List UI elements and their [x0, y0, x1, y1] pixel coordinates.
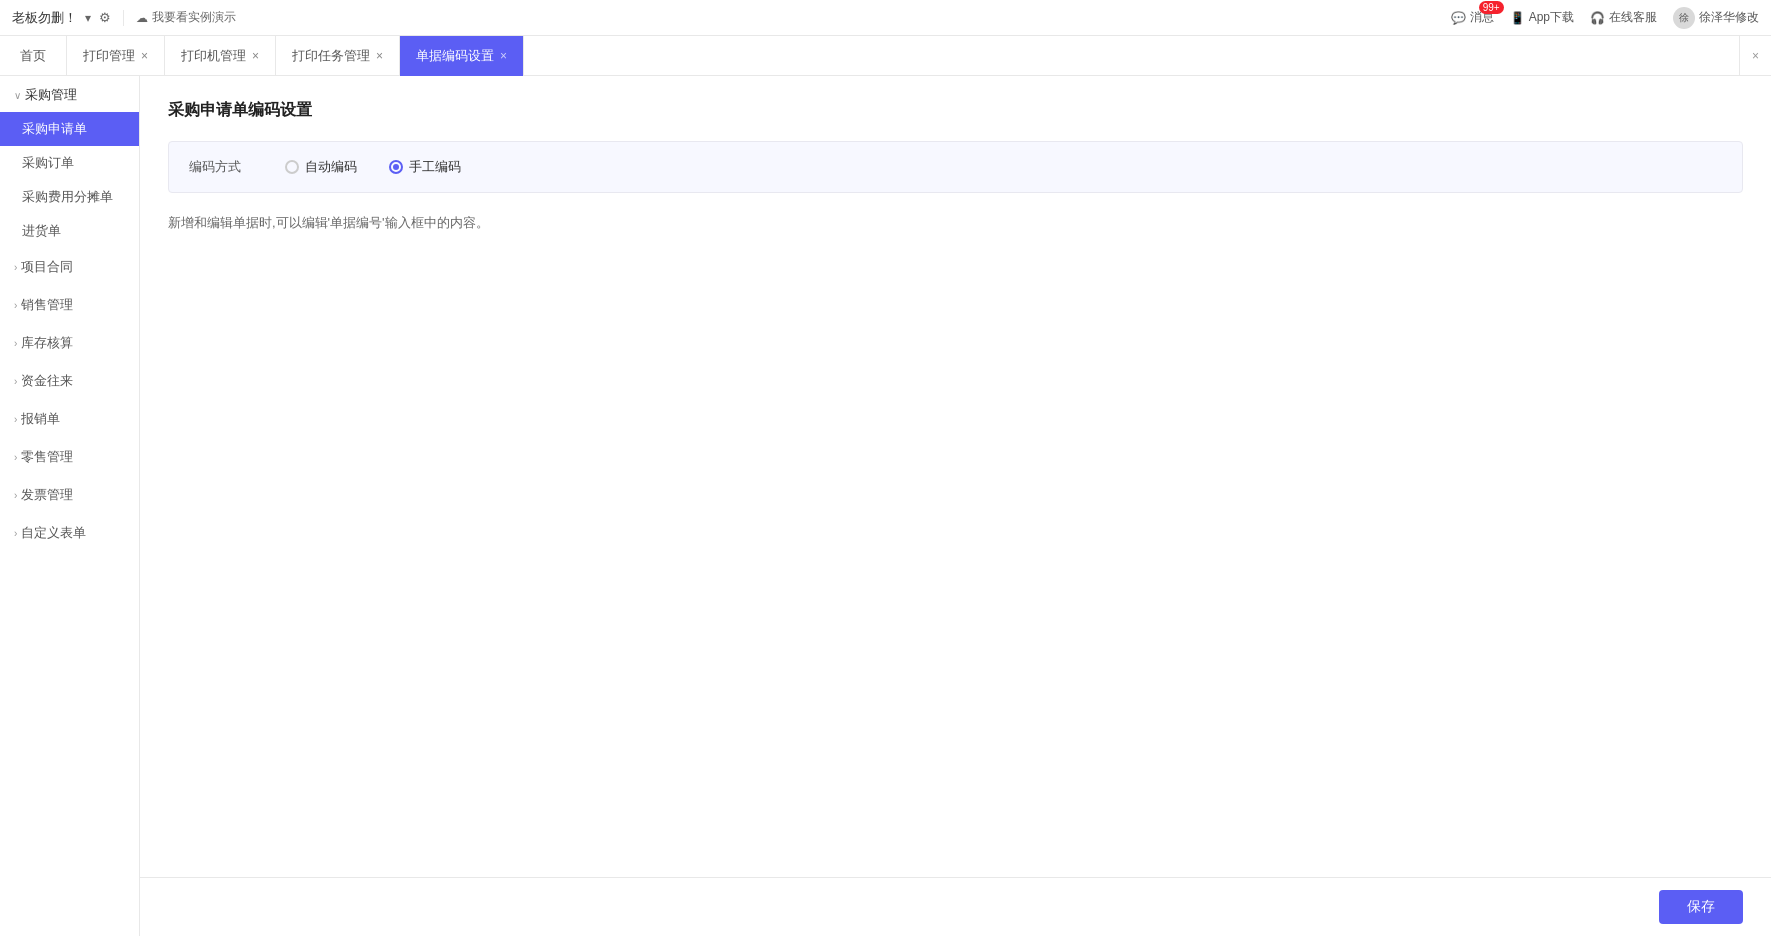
demo-link[interactable]: ☁ 我要看实例演示: [136, 9, 236, 26]
content-footer: 保存: [140, 877, 1771, 936]
custom-form-label: 自定义表单: [21, 524, 86, 542]
custom-form-arrow: ›: [14, 528, 17, 539]
sales-arrow: ›: [14, 300, 17, 311]
inventory-label: 库存核算: [21, 334, 73, 352]
sidebar-item-purchase-receipt-label: 进货单: [22, 223, 61, 238]
avatar: 徐: [1673, 7, 1695, 29]
invoice-arrow: ›: [14, 490, 17, 501]
sidebar-item-purchase-receipt[interactable]: 进货单: [0, 214, 139, 248]
close-all-icon: ×: [1752, 49, 1759, 63]
radio-auto-label: 自动编码: [305, 158, 357, 176]
app-icon: 📱: [1510, 11, 1525, 25]
sidebar-group-purchase-header[interactable]: ∨ 采购管理: [0, 76, 139, 112]
sidebar-group-inventory[interactable]: › 库存核算: [0, 324, 139, 362]
sidebar-item-purchase-expense[interactable]: 采购费用分摊单: [0, 180, 139, 214]
sales-label: 销售管理: [21, 296, 73, 314]
tab-printer-management[interactable]: 打印机管理 ×: [165, 36, 276, 76]
user-menu[interactable]: 徐 徐泽华修改: [1673, 7, 1759, 29]
sidebar-group-project-contract[interactable]: › 项目合同: [0, 248, 139, 286]
sidebar-item-purchase-request[interactable]: 采购申请单: [0, 112, 139, 146]
app-label: App下载: [1529, 9, 1574, 26]
radio-manual-circle: [389, 160, 403, 174]
coding-section: 编码方式 自动编码 手工编码: [168, 141, 1743, 193]
sidebar-group-sales[interactable]: › 销售管理: [0, 286, 139, 324]
radio-auto-coding[interactable]: 自动编码: [285, 158, 357, 176]
coding-row: 编码方式 自动编码 手工编码: [189, 158, 1722, 176]
online-support-action[interactable]: 🎧 在线客服: [1590, 9, 1657, 26]
tab-print-task-label: 打印任务管理: [292, 47, 370, 65]
sidebar-item-purchase-order-label: 采购订单: [22, 155, 74, 170]
support-label: 在线客服: [1609, 9, 1657, 26]
radio-manual-coding[interactable]: 手工编码: [389, 158, 461, 176]
content-body: 采购申请单编码设置 编码方式 自动编码 手工编码 新增和编辑单据时,可以编辑'单…: [140, 76, 1771, 877]
support-icon: 🎧: [1590, 11, 1605, 25]
retail-label: 零售管理: [21, 448, 73, 466]
inventory-arrow: ›: [14, 338, 17, 349]
main-layout: ∨ 采购管理 采购申请单 采购订单 采购费用分摊单 进货单 › 项目合同 › 销…: [0, 76, 1771, 936]
close-all-tabs[interactable]: ×: [1739, 36, 1771, 76]
tab-print-management[interactable]: 打印管理 ×: [67, 36, 165, 76]
message-badge: 99+: [1479, 1, 1504, 14]
radio-manual-label: 手工编码: [409, 158, 461, 176]
finance-arrow: ›: [14, 376, 17, 387]
tab-home[interactable]: 首页: [0, 36, 67, 76]
tab-code-setting-close[interactable]: ×: [500, 50, 507, 62]
sidebar-group-purchase: ∨ 采购管理 采购申请单 采购订单 采购费用分摊单 进货单: [0, 76, 139, 248]
sidebar-item-purchase-expense-label: 采购费用分摊单: [22, 189, 113, 204]
sidebar: ∨ 采购管理 采购申请单 采购订单 采购费用分摊单 进货单 › 项目合同 › 销…: [0, 76, 140, 936]
sidebar-group-reimbursement[interactable]: › 报销单: [0, 400, 139, 438]
tab-print-management-label: 打印管理: [83, 47, 135, 65]
sidebar-item-purchase-order[interactable]: 采购订单: [0, 146, 139, 180]
tab-printer-management-label: 打印机管理: [181, 47, 246, 65]
project-contract-label: 项目合同: [21, 258, 73, 276]
page-title: 采购申请单编码设置: [168, 100, 1743, 121]
invoice-label: 发票管理: [21, 486, 73, 504]
purchase-group-arrow: ∨: [14, 90, 21, 101]
tabs-bar: 首页 打印管理 × 打印机管理 × 打印任务管理 × 单据编码设置 × ×: [0, 36, 1771, 76]
tab-home-label: 首页: [20, 47, 46, 65]
message-icon: 💬: [1451, 11, 1466, 25]
tab-printer-management-close[interactable]: ×: [252, 50, 259, 62]
hint-text: 新增和编辑单据时,可以编辑'单据编号'输入框中的内容。: [168, 213, 1743, 234]
avatar-text: 徐: [1679, 11, 1689, 25]
sidebar-group-finance[interactable]: › 资金往来: [0, 362, 139, 400]
user-name: 徐泽华修改: [1699, 9, 1759, 26]
settings-icon[interactable]: ⚙: [99, 10, 111, 25]
radio-auto-circle: [285, 160, 299, 174]
tab-print-task-close[interactable]: ×: [376, 50, 383, 62]
sidebar-item-purchase-request-label: 采购申请单: [22, 121, 87, 136]
tab-code-setting[interactable]: 单据编码设置 ×: [400, 36, 524, 76]
tab-code-setting-label: 单据编码设置: [416, 47, 494, 65]
purchase-group-label: 采购管理: [25, 86, 77, 104]
divider: [123, 10, 124, 26]
sidebar-group-retail[interactable]: › 零售管理: [0, 438, 139, 476]
sidebar-group-invoice[interactable]: › 发票管理: [0, 476, 139, 514]
top-bar-left: 老板勿删！ ▾ ⚙ ☁ 我要看实例演示: [12, 9, 236, 27]
retail-arrow: ›: [14, 452, 17, 463]
app-download-action[interactable]: 📱 App下载: [1510, 9, 1574, 26]
dropdown-icon[interactable]: ▾: [85, 11, 91, 25]
finance-label: 资金往来: [21, 372, 73, 390]
coding-label: 编码方式: [189, 158, 241, 176]
tab-print-task[interactable]: 打印任务管理 ×: [276, 36, 400, 76]
demo-text: 我要看实例演示: [152, 9, 236, 26]
project-contract-arrow: ›: [14, 262, 17, 273]
reimbursement-label: 报销单: [21, 410, 60, 428]
reimbursement-arrow: ›: [14, 414, 17, 425]
cloud-icon: ☁: [136, 11, 148, 25]
brand-text: 老板勿删！: [12, 9, 77, 27]
tab-print-management-close[interactable]: ×: [141, 50, 148, 62]
content-area: 采购申请单编码设置 编码方式 自动编码 手工编码 新增和编辑单据时,可以编辑'单…: [140, 76, 1771, 936]
top-bar-right: 💬 消息 99+ 📱 App下载 🎧 在线客服 徐 徐泽华修改: [1451, 7, 1759, 29]
top-bar: 老板勿删！ ▾ ⚙ ☁ 我要看实例演示 💬 消息 99+ 📱 App下载 🎧 在…: [0, 0, 1771, 36]
save-button[interactable]: 保存: [1659, 890, 1743, 924]
messages-action[interactable]: 💬 消息 99+: [1451, 9, 1494, 26]
sidebar-group-custom-form[interactable]: › 自定义表单: [0, 514, 139, 552]
